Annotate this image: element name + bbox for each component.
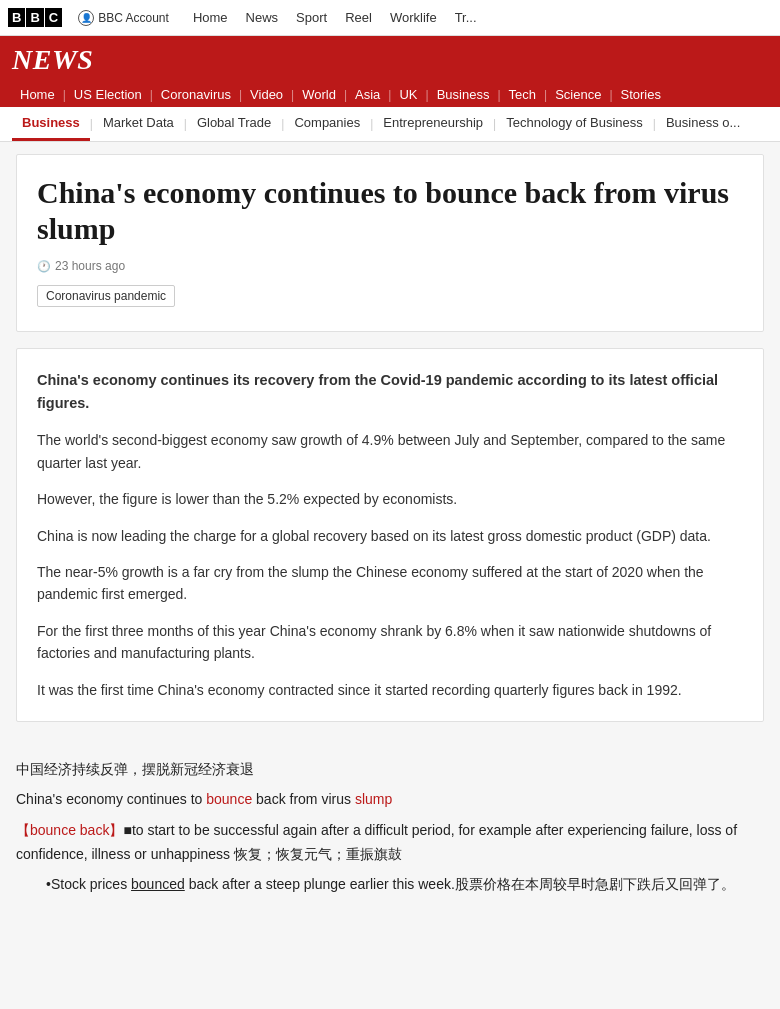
red-nav-asia[interactable]: Asia <box>347 82 388 107</box>
translation-bounce-word: bounce <box>206 791 252 807</box>
top-nav-news[interactable]: News <box>246 10 279 25</box>
account-label: BBC Account <box>98 11 169 25</box>
top-nav-sport[interactable]: Sport <box>296 10 327 25</box>
sub-nav: Business | Market Data | Global Trade | … <box>0 107 780 142</box>
article-para-5: For the first three months of this year … <box>37 620 743 665</box>
bracket-open: 【 <box>16 822 30 838</box>
bbc-logo-b1: B <box>8 8 25 27</box>
bounce-back-phrase: bounce back <box>30 822 109 838</box>
red-nav-stories[interactable]: Stories <box>613 82 669 107</box>
sub-nav-global-trade[interactable]: Global Trade <box>187 107 281 141</box>
article-para-1: The world's second-biggest economy saw g… <box>37 429 743 474</box>
top-nav-links: Home News Sport Reel Worklife Tr... <box>193 10 477 25</box>
main-content: China's economy continues to bounce back… <box>0 142 780 750</box>
bracket-close: 】 <box>109 822 123 838</box>
example-cn: 股票价格在本周较早时急剧下跌后又回弹了。 <box>455 876 735 892</box>
red-nav-coronavirus[interactable]: Coronavirus <box>153 82 239 107</box>
red-nav: Home | US Election | Coronavirus | Video… <box>0 82 780 107</box>
article-para-0: China's economy continues its recovery f… <box>37 369 743 415</box>
article-tag[interactable]: Coronavirus pandemic <box>37 285 175 307</box>
top-nav-home[interactable]: Home <box>193 10 228 25</box>
red-nav-uselection[interactable]: US Election <box>66 82 150 107</box>
red-nav-business[interactable]: Business <box>429 82 498 107</box>
example-underline: bounced <box>131 876 185 892</box>
example-pre: Stock prices <box>51 876 131 892</box>
translation-section: 中国经济持续反弹，摆脱新冠经济衰退 China's economy contin… <box>0 750 780 917</box>
top-nav-more[interactable]: Tr... <box>455 10 477 25</box>
news-title[interactable]: NEWS <box>12 44 768 76</box>
translation-definition-block: 【bounce back】■to start to be successful … <box>16 819 764 896</box>
translation-en-mid: back from virus <box>252 791 355 807</box>
top-nav-worklife[interactable]: Worklife <box>390 10 437 25</box>
bbc-account-link[interactable]: 👤 BBC Account <box>78 10 169 26</box>
translation-en-line1: China's economy continues to <box>16 791 206 807</box>
bbc-logo-b2: B <box>26 8 43 27</box>
red-nav-world[interactable]: World <box>294 82 344 107</box>
article-para-2: However, the figure is lower than the 5.… <box>37 488 743 510</box>
sub-nav-market-data[interactable]: Market Data <box>93 107 184 141</box>
red-nav-home[interactable]: Home <box>12 82 63 107</box>
bbc-logo-c: C <box>45 8 62 27</box>
sub-nav-entrepreneurship[interactable]: Entrepreneurship <box>373 107 493 141</box>
bbc-logo[interactable]: B B C <box>8 8 62 27</box>
red-nav-video[interactable]: Video <box>242 82 291 107</box>
translation-en: China's economy continues to bounce back… <box>16 788 764 812</box>
translation-phrase-header: 【bounce back】■to start to be successful … <box>16 819 764 867</box>
article-para-4: The near-5% growth is a far cry from the… <box>37 561 743 606</box>
sub-nav-business[interactable]: Business <box>12 107 90 141</box>
article-time: 🕐 23 hours ago <box>37 259 743 273</box>
red-nav-tech[interactable]: Tech <box>501 82 544 107</box>
sub-nav-tech-business[interactable]: Technology of Business <box>496 107 653 141</box>
article-para-3: China is now leading the charge for a gl… <box>37 525 743 547</box>
account-icon: 👤 <box>78 10 94 26</box>
clock-icon: 🕐 <box>37 260 51 273</box>
article-para-6: It was the first time China's economy co… <box>37 679 743 701</box>
article-body-card: China's economy continues its recovery f… <box>16 348 764 722</box>
article-time-label: 23 hours ago <box>55 259 125 273</box>
sub-nav-companies[interactable]: Companies <box>284 107 370 141</box>
translation-cn: 中国经济持续反弹，摆脱新冠经济衰退 <box>16 758 764 782</box>
example-end: back after a steep plunge earlier this w… <box>185 876 455 892</box>
article-headline: China's economy continues to bounce back… <box>37 175 743 247</box>
black-square: ■ <box>123 822 131 838</box>
red-nav-science[interactable]: Science <box>547 82 609 107</box>
red-nav-uk[interactable]: UK <box>391 82 425 107</box>
article-headline-card: China's economy continues to bounce back… <box>16 154 764 332</box>
translation-example: •Stock prices bounced back after a steep… <box>46 873 764 897</box>
sub-nav-more[interactable]: Business o... <box>656 107 750 141</box>
translation-slump-word: slump <box>355 791 392 807</box>
top-nav-bar: B B C 👤 BBC Account Home News Sport Reel… <box>0 0 780 36</box>
red-header: NEWS <box>0 36 780 82</box>
top-nav-reel[interactable]: Reel <box>345 10 372 25</box>
